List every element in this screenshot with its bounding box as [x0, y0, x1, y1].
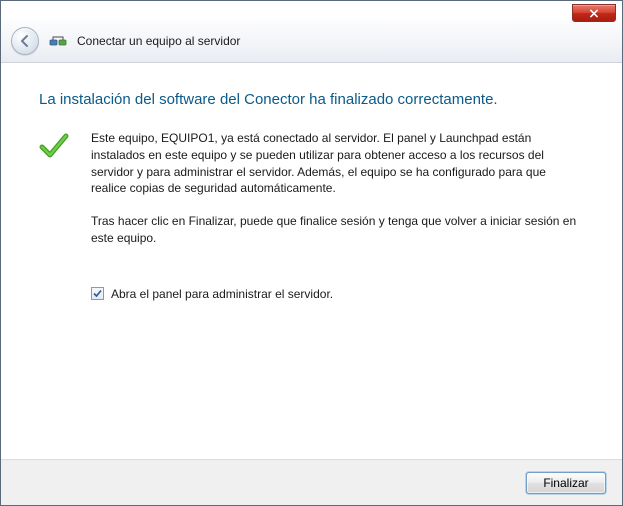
close-icon — [589, 9, 599, 18]
finish-button[interactable]: Finalizar — [526, 472, 606, 494]
wizard-content: La instalación del software del Conector… — [1, 63, 622, 321]
page-heading: La instalación del software del Conector… — [39, 91, 584, 108]
checkmark-icon — [92, 288, 103, 299]
close-button[interactable] — [572, 4, 616, 22]
connector-icon — [49, 32, 67, 50]
body-text: Este equipo, EQUIPO1, ya está conectado … — [91, 130, 584, 247]
wizard-title: Conectar un equipo al servidor — [77, 34, 240, 48]
paragraph-2: Tras hacer clic en Finalizar, puede que … — [91, 213, 584, 247]
arrow-left-icon — [18, 34, 32, 48]
checkbox-label: Abra el panel para administrar el servid… — [111, 287, 333, 301]
back-button[interactable] — [11, 27, 39, 55]
wizard-header: Conectar un equipo al servidor — [1, 19, 622, 63]
open-dashboard-checkbox[interactable] — [91, 287, 104, 300]
wizard-footer: Finalizar — [1, 459, 622, 505]
success-checkmark-icon — [39, 132, 71, 165]
paragraph-1: Este equipo, EQUIPO1, ya está conectado … — [91, 130, 584, 197]
titlebar — [1, 1, 622, 19]
